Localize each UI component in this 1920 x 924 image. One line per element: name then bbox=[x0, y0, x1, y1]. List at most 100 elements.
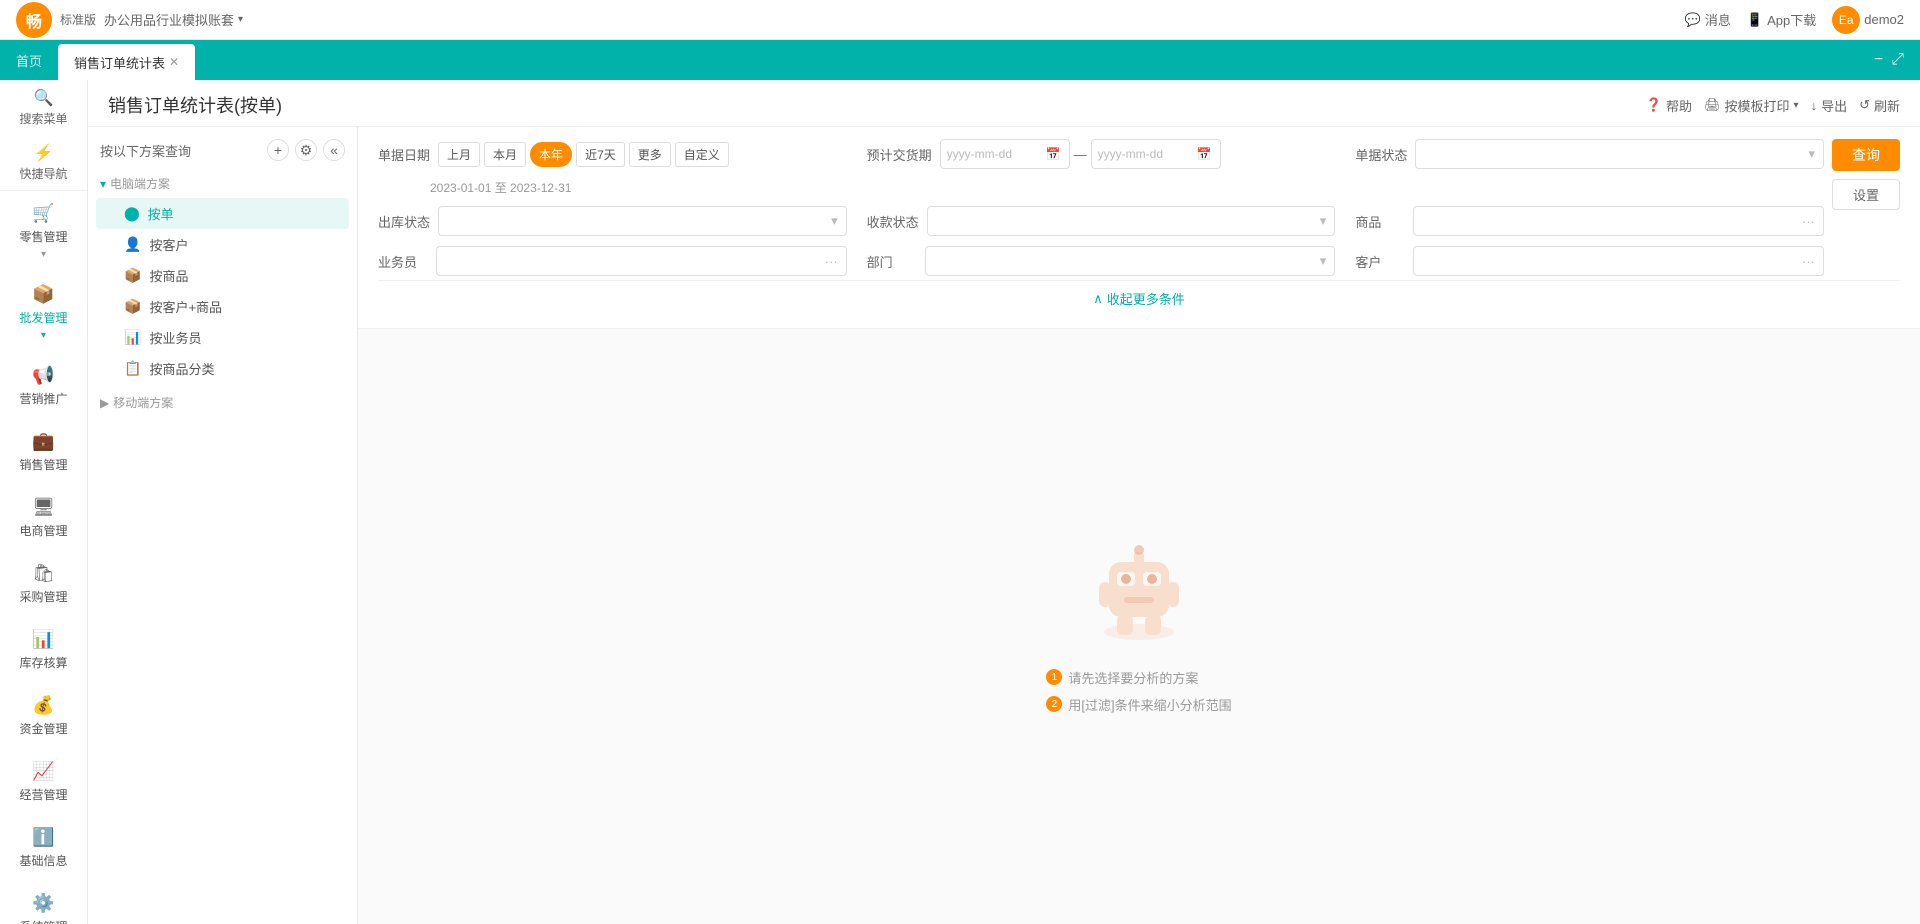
help-button[interactable]: ❓ 帮助 bbox=[1646, 96, 1692, 115]
goods-input[interactable]: ··· bbox=[1413, 206, 1824, 236]
mobile-category-label: 移动端方案 bbox=[113, 394, 173, 411]
settings-button[interactable]: 设置 bbox=[1832, 179, 1900, 210]
tree-item-by-salesman[interactable]: 📊 按业务员 bbox=[96, 322, 349, 353]
tree-item-by-customer[interactable]: 👤 按客户 bbox=[96, 229, 349, 260]
payment-status-select[interactable]: ▾ bbox=[927, 206, 1336, 236]
sidebar: 🔍 搜索菜单 ⚡ 快捷导航 🛒 零售管理 ▾ 📦 批发管理 ▾ 📢 营销推广 💼… bbox=[0, 80, 88, 924]
customer-input[interactable]: ··· bbox=[1413, 246, 1824, 276]
filter-line-3: 业务员 ··· 部门 bbox=[378, 246, 1824, 276]
user-profile[interactable]: Ea demo2 bbox=[1832, 6, 1904, 34]
delivery-chevron: ▾ bbox=[831, 213, 838, 229]
department-select[interactable]: ▾ bbox=[925, 246, 1336, 276]
date-last-month[interactable]: 上月 bbox=[438, 142, 480, 167]
brand-name: 标准版 bbox=[60, 11, 96, 28]
forecast-date-to[interactable]: yyyy-mm-dd 📅 bbox=[1091, 139, 1221, 169]
retail-icon: 🛒 bbox=[32, 203, 54, 224]
sidebar-item-management[interactable]: 📈 经营管理 bbox=[0, 749, 87, 815]
refresh-button[interactable]: ↺ 刷新 bbox=[1859, 96, 1900, 115]
basic-info-icon: ℹ️ bbox=[32, 827, 54, 848]
filter-row-1: 单据日期 上月 本月 本年 近7天 更多 自定义 bbox=[378, 139, 1900, 276]
date-separator: — bbox=[1074, 147, 1087, 162]
filter-section: 单据日期 上月 本月 本年 近7天 更多 自定义 bbox=[358, 127, 1920, 329]
query-button[interactable]: 查询 bbox=[1832, 139, 1900, 171]
collapse-panel-button[interactable]: « bbox=[323, 139, 345, 161]
tab-close-icon[interactable]: ✕ bbox=[169, 55, 179, 69]
sidebar-quick-nav[interactable]: ⚡ 快捷导航 bbox=[0, 135, 87, 191]
filter-item-delivery: 出库状态 ▾ bbox=[378, 206, 847, 236]
search-icon: 🔍 bbox=[34, 88, 54, 108]
workspace-selector[interactable]: 办公用品行业模拟账套 ▾ bbox=[104, 10, 243, 29]
marketing-icon: 📢 bbox=[32, 365, 54, 386]
brand-logo: 畅 bbox=[16, 2, 52, 38]
left-panel-actions: + ⚙ « bbox=[267, 139, 345, 161]
category-label: 电脑端方案 bbox=[110, 175, 170, 192]
mobile-category-arrow-icon: ▶ bbox=[100, 396, 109, 410]
payment-label: 收款状态 bbox=[867, 212, 919, 231]
sidebar-item-marketing[interactable]: 📢 营销推广 bbox=[0, 353, 87, 419]
filter-content: 单据日期 上月 本月 本年 近7天 更多 自定义 bbox=[358, 127, 1920, 328]
empty-tip-1: 1 请先选择要分析的方案 bbox=[1046, 668, 1231, 687]
sidebar-item-inventory[interactable]: 📊 库存核算 bbox=[0, 617, 87, 683]
date-last-7days[interactable]: 近7天 bbox=[576, 142, 625, 167]
page-title: 销售订单统计表(按单) bbox=[108, 92, 282, 118]
filter-fields: 单据日期 上月 本月 本年 近7天 更多 自定义 bbox=[378, 139, 1824, 276]
sidebar-item-sales[interactable]: 💼 销售管理 bbox=[0, 419, 87, 485]
sidebar-item-wholesale[interactable]: 📦 批发管理 ▾ bbox=[0, 272, 87, 353]
date-this-year[interactable]: 本年 bbox=[530, 142, 572, 167]
expand-arrow-icon-wholesale: ▾ bbox=[41, 330, 46, 341]
download-icon: 📱 bbox=[1747, 12, 1763, 28]
date-buttons-group: 上月 本月 本年 近7天 更多 自定义 bbox=[438, 142, 847, 167]
delivery-label: 出库状态 bbox=[378, 212, 430, 231]
app-download-button[interactable]: 📱 App下载 bbox=[1747, 10, 1816, 29]
left-panel-title: 按以下方案查询 bbox=[100, 141, 191, 160]
add-scheme-button[interactable]: + bbox=[267, 139, 289, 161]
tab-sales-order[interactable]: 销售订单统计表 ✕ bbox=[58, 44, 195, 80]
finance-icon: 💰 bbox=[32, 695, 54, 716]
by-order-icon: ⬤ bbox=[124, 205, 140, 222]
tree-item-by-customer-goods[interactable]: 📦 按客户+商品 bbox=[96, 291, 349, 322]
sidebar-item-retail[interactable]: 🛒 零售管理 ▾ bbox=[0, 191, 87, 272]
sidebar-item-finance[interactable]: 💰 资金管理 bbox=[0, 683, 87, 749]
sidebar-item-system[interactable]: ⚙️ 系统管理 bbox=[0, 881, 87, 924]
salesman-input[interactable]: ··· bbox=[436, 246, 847, 276]
date-this-month[interactable]: 本月 bbox=[484, 142, 526, 167]
tree-category-mobile[interactable]: ▶ 移动端方案 bbox=[88, 388, 357, 417]
department-label: 部门 bbox=[867, 252, 917, 271]
filter-item-date: 单据日期 上月 本月 本年 近7天 更多 自定义 bbox=[378, 139, 847, 169]
date-more[interactable]: 更多 bbox=[629, 142, 671, 167]
date-custom[interactable]: 自定义 bbox=[675, 142, 729, 167]
minimize-icon[interactable]: − bbox=[1874, 51, 1883, 69]
forecast-date-from[interactable]: yyyy-mm-dd 📅 bbox=[940, 139, 1070, 169]
print-button[interactable]: 🖨 按模板打印 ▾ bbox=[1704, 96, 1799, 115]
payment-chevron: ▾ bbox=[1320, 213, 1327, 229]
settings-scheme-button[interactable]: ⚙ bbox=[295, 139, 317, 161]
by-customer-goods-icon: 📦 bbox=[124, 298, 141, 315]
doc-status-chevron: ▾ bbox=[1808, 146, 1815, 162]
by-customer-icon: 👤 bbox=[124, 236, 141, 253]
sidebar-search[interactable]: 🔍 搜索菜单 bbox=[0, 80, 87, 135]
tree-item-by-goods[interactable]: 📦 按商品 bbox=[96, 260, 349, 291]
sidebar-item-ecommerce[interactable]: 🖥 电商管理 bbox=[0, 485, 87, 551]
nav-icon: ⚡ bbox=[34, 143, 54, 163]
salesman-label: 业务员 bbox=[378, 252, 428, 271]
delivery-status-select[interactable]: ▾ bbox=[438, 206, 847, 236]
message-button[interactable]: 💬 消息 bbox=[1685, 10, 1731, 29]
tab-home[interactable]: 首页 bbox=[0, 40, 58, 80]
collapse-bar[interactable]: ∧ 收起更多条件 bbox=[378, 280, 1900, 316]
doc-status-select[interactable]: ▾ bbox=[1415, 139, 1824, 169]
export-button[interactable]: ↓ 导出 bbox=[1811, 96, 1848, 115]
content-area: 销售订单统计表(按单) ❓ 帮助 🖨 按模板打印 ▾ ↓ 导出 ↺ 刷新 bbox=[88, 80, 1920, 924]
filter-line-2: 出库状态 ▾ 收款状态 bbox=[378, 206, 1824, 236]
sidebar-item-purchase[interactable]: 🛍 采购管理 bbox=[0, 551, 87, 617]
tree-category-desktop[interactable]: ▾ 电脑端方案 bbox=[88, 169, 357, 198]
goods-dots-icon: ··· bbox=[1802, 214, 1815, 229]
sidebar-item-basic-info[interactable]: ℹ️ 基础信息 bbox=[0, 815, 87, 881]
print-icon: 🖨 bbox=[1704, 97, 1721, 113]
tree-item-by-order[interactable]: ⬤ 按单 bbox=[96, 198, 349, 229]
forecast-date-range: yyyy-mm-dd 📅 — yyyy-mm-dd 📅 bbox=[940, 139, 1221, 169]
goods-label: 商品 bbox=[1355, 212, 1405, 231]
management-icon: 📈 bbox=[32, 761, 54, 782]
tab-bar-actions: − ⤢ bbox=[1874, 51, 1920, 69]
expand-icon[interactable]: ⤢ bbox=[1891, 51, 1904, 69]
tree-item-by-goods-category[interactable]: 📋 按商品分类 bbox=[96, 353, 349, 384]
